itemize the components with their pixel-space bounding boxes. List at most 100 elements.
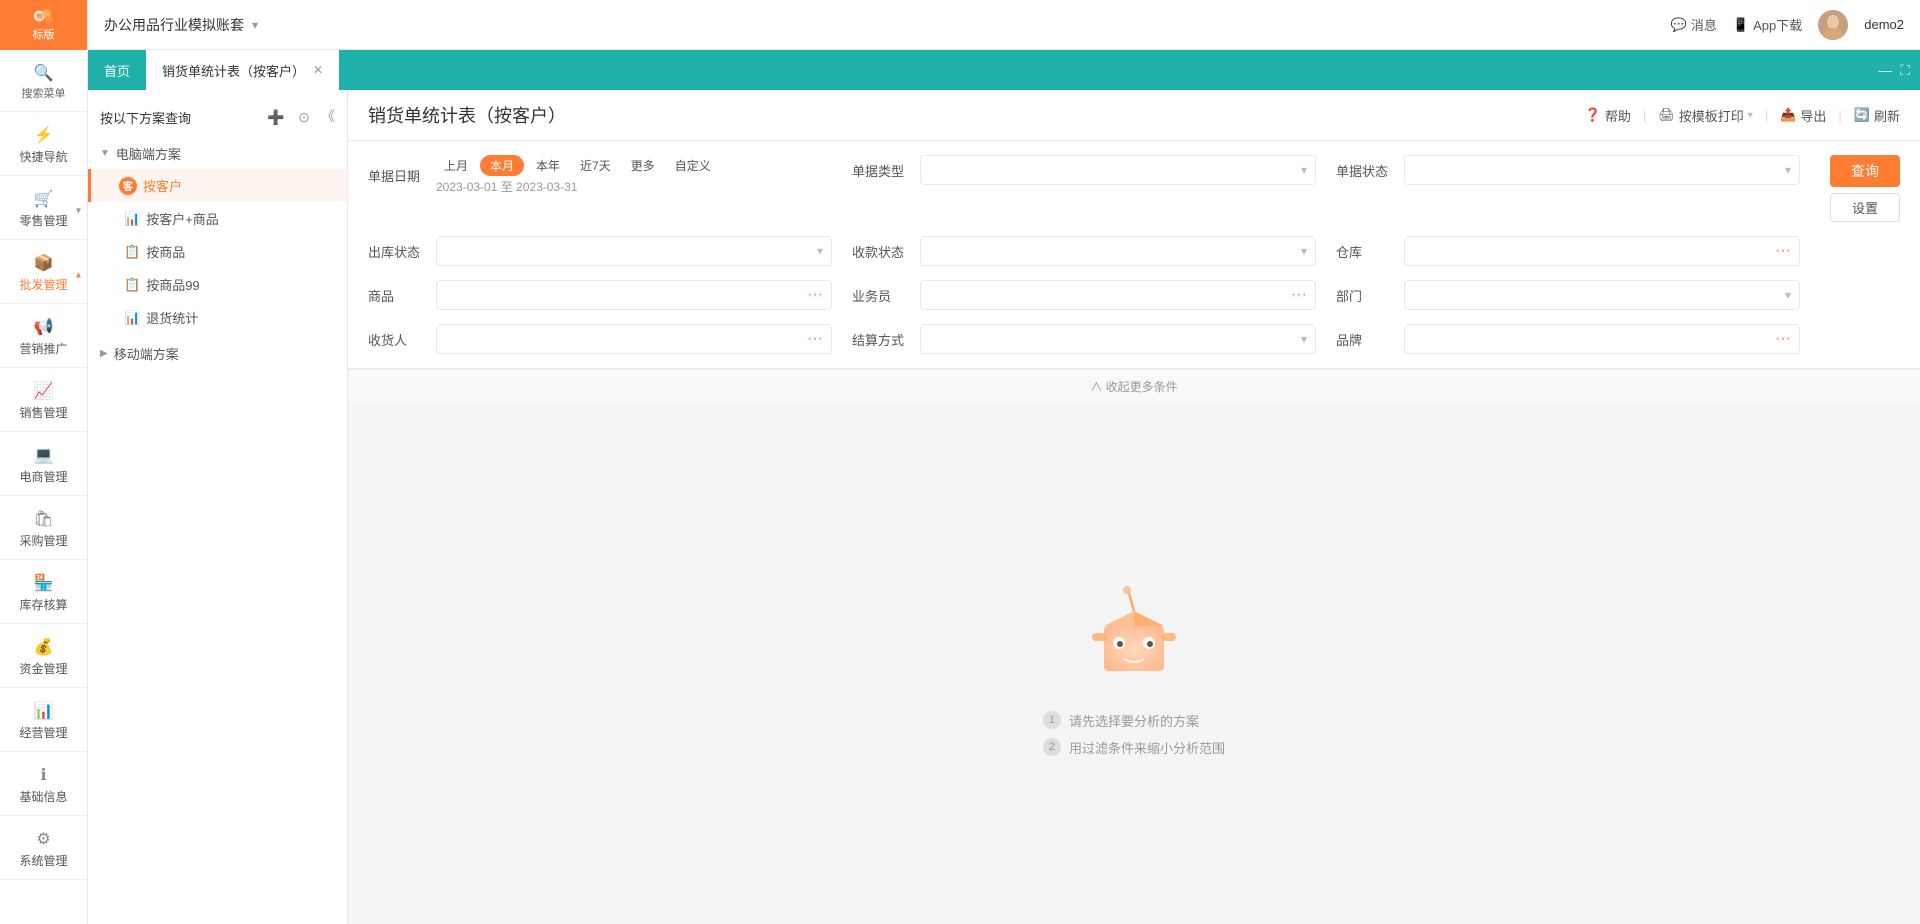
doc-type-filter: 单据类型 ▾ <box>852 155 1316 185</box>
settings-button[interactable]: 设置 <box>1830 193 1900 222</box>
scheme-pc-group-name: 电脑端方案 <box>116 144 181 163</box>
salesperson-select[interactable]: ··· <box>920 280 1316 310</box>
dept-label: 部门 <box>1336 286 1396 305</box>
sales-icon: 📈 <box>34 381 54 401</box>
scheme-sub-icon-1: 📊 <box>124 211 140 227</box>
header-left: 办公用品行业模拟账套 ▾ <box>104 15 258 35</box>
salesperson-label: 业务员 <box>852 286 912 305</box>
page-header: 销货单统计表（按客户） ❓ 帮助 | 🖨 按模板打印 ▾ | <box>348 90 1920 141</box>
sidebar-item-finance[interactable]: 💰 资金管理 <box>0 624 87 688</box>
goods-ellipsis[interactable]: ··· <box>807 286 823 304</box>
doc-status-select[interactable]: ▾ <box>1404 155 1800 185</box>
dept-select[interactable]: ▾ <box>1404 280 1800 310</box>
date-range-text: 2023-03-01 至 2023-03-31 <box>436 178 719 195</box>
sidebar-item-operations[interactable]: 📊 经营管理 <box>0 688 87 752</box>
warehouse-label: 仓库 <box>1336 242 1396 261</box>
collapse-more-button[interactable]: ∧ 收起更多条件 <box>348 369 1920 403</box>
sidebar-item-purchase[interactable]: 🛍 采购管理 <box>0 496 87 560</box>
sidebar-brand-text: 标版 <box>33 26 55 42</box>
scheme-collapse-button[interactable]: 《 <box>321 106 335 128</box>
date-btn-custom[interactable]: 自定义 <box>667 155 719 176</box>
scheme-sub-item-returns[interactable]: 📊 退货统计 <box>88 301 347 334</box>
date-btn-7days[interactable]: 近7天 <box>572 155 619 176</box>
sidebar-item-ecommerce[interactable]: 💻 电商管理 <box>0 432 87 496</box>
print-icon: 🖨 <box>1658 107 1675 123</box>
sidebar-retail-label: 零售管理 <box>19 212 67 229</box>
scheme-sub-item-goods99[interactable]: 📋 按商品99 <box>88 268 347 301</box>
sidebar-item-inventory[interactable]: 🏪 库存核算 <box>0 560 87 624</box>
warehouse-ellipsis[interactable]: ··· <box>1775 242 1791 260</box>
scheme-settings-button[interactable]: ⊙ <box>293 106 315 128</box>
query-button[interactable]: 查询 <box>1830 155 1900 187</box>
warehouse-select[interactable]: ··· <box>1404 236 1800 266</box>
brand-ellipsis[interactable]: ··· <box>1775 330 1791 348</box>
divider-1: | <box>1643 108 1646 123</box>
sidebar-logo: 畅 标版 <box>0 0 87 50</box>
dept-arrow: ▾ <box>1785 288 1791 302</box>
consignee-select[interactable]: ··· <box>436 324 832 354</box>
sidebar-item-basicinfo[interactable]: ℹ 基础信息 <box>0 752 87 816</box>
print-dropdown-arrow[interactable]: ▾ <box>1748 110 1753 121</box>
scheme-pc-arrow: ▼ <box>100 148 110 159</box>
filter-area: 单据日期 上月 本月 本年 近7天 更多 自定义 20 <box>348 141 1920 369</box>
filter-row-2: 出库状态 ▾ 收款状态 ▾ <box>368 236 1900 266</box>
tab-active[interactable]: 销货单统计表（按客户） ✕ <box>146 50 339 90</box>
tab-close-button[interactable]: ✕ <box>313 63 323 77</box>
consignee-ellipsis[interactable]: ··· <box>807 330 823 348</box>
scheme-sub-icon-4: 📊 <box>124 310 140 326</box>
date-btn-thismonth[interactable]: 本月 <box>480 155 524 176</box>
scheme-sub-icon-2: 📋 <box>124 244 140 260</box>
header-dropdown-arrow[interactable]: ▾ <box>252 18 258 32</box>
tab-maximize-button[interactable]: ⛶ <box>1900 62 1910 79</box>
sidebar-inventory-label: 库存核算 <box>19 596 67 613</box>
sidebar-item-sysadmin[interactable]: ⚙ 系统管理 <box>0 816 87 880</box>
scheme-sub-item-goods[interactable]: 📋 按商品 <box>88 235 347 268</box>
goods-label: 商品 <box>368 286 428 305</box>
top-header: 办公用品行业模拟账套 ▾ 💬 消息 📱 App下载 demo2 <box>88 0 1920 50</box>
sidebar-item-sales[interactable]: 📈 销售管理 <box>0 368 87 432</box>
user-avatar <box>1818 10 1848 40</box>
scheme-mobile-group-header[interactable]: ▶ 移动端方案 <box>88 338 347 369</box>
scheme-item-customer-icon: 客 <box>119 177 137 195</box>
empty-tips: 1 请先选择要分析的方案 2 用过滤条件来缩小分析范围 <box>1043 711 1225 757</box>
doc-type-select[interactable]: ▾ <box>920 155 1316 185</box>
app-download-label: App下载 <box>1753 15 1802 34</box>
refresh-button[interactable]: 🔄 刷新 <box>1854 106 1900 125</box>
tab-home[interactable]: 首页 <box>88 50 146 90</box>
refresh-label: 刷新 <box>1874 106 1900 125</box>
payment-status-filter: 收款状态 ▾ <box>852 236 1316 266</box>
template-print-button[interactable]: 🖨 按模板打印 ▾ <box>1658 106 1753 125</box>
brand-select[interactable]: ··· <box>1404 324 1800 354</box>
scheme-mobile-group-name: 移动端方案 <box>114 344 179 363</box>
sidebar-item-quicknav[interactable]: ⚡ 快捷导航 <box>0 112 87 176</box>
sidebar-item-marketing[interactable]: 📢 营销推广 <box>0 304 87 368</box>
goods-select[interactable]: ··· <box>436 280 832 310</box>
tab-home-label: 首页 <box>104 61 130 80</box>
avatar-image <box>1818 10 1848 40</box>
date-btn-lastmonth[interactable]: 上月 <box>436 155 476 176</box>
out-status-select[interactable]: ▾ <box>436 236 832 266</box>
date-btn-more[interactable]: 更多 <box>623 155 663 176</box>
doc-status-arrow: ▾ <box>1785 163 1791 177</box>
sidebar-item-wholesale[interactable]: 📦 批发管理 ▴ <box>0 240 87 304</box>
messages-icon: 💬 <box>1671 17 1687 33</box>
sidebar-operations-label: 经营管理 <box>19 724 67 741</box>
messages-button[interactable]: 💬 消息 <box>1671 15 1717 34</box>
scheme-item-customer[interactable]: 客 按客户 <box>88 169 347 202</box>
scheme-sub-item-customer-goods[interactable]: 📊 按客户+商品 <box>88 202 347 235</box>
sidebar-purchase-label: 采购管理 <box>19 532 67 549</box>
settlement-label: 结算方式 <box>852 330 912 349</box>
salesperson-ellipsis[interactable]: ··· <box>1291 286 1307 304</box>
sidebar-item-retail[interactable]: 🛒 零售管理 ▾ <box>0 176 87 240</box>
scheme-pc-group-header[interactable]: ▼ 电脑端方案 <box>88 138 347 169</box>
settlement-select[interactable]: ▾ <box>920 324 1316 354</box>
sidebar-item-search[interactable]: 🔍 搜索菜单 <box>0 50 87 112</box>
app-download-button[interactable]: 📱 App下载 <box>1733 15 1802 34</box>
payment-status-select[interactable]: ▾ <box>920 236 1316 266</box>
date-btn-thisyear[interactable]: 本年 <box>528 155 568 176</box>
tab-minimize-button[interactable]: — <box>1878 62 1892 78</box>
operations-icon: 📊 <box>34 701 54 721</box>
export-button[interactable]: 📤 导出 <box>1780 106 1826 125</box>
scheme-add-button[interactable]: ➕ <box>265 106 287 128</box>
help-button[interactable]: ❓ 帮助 <box>1585 106 1631 125</box>
